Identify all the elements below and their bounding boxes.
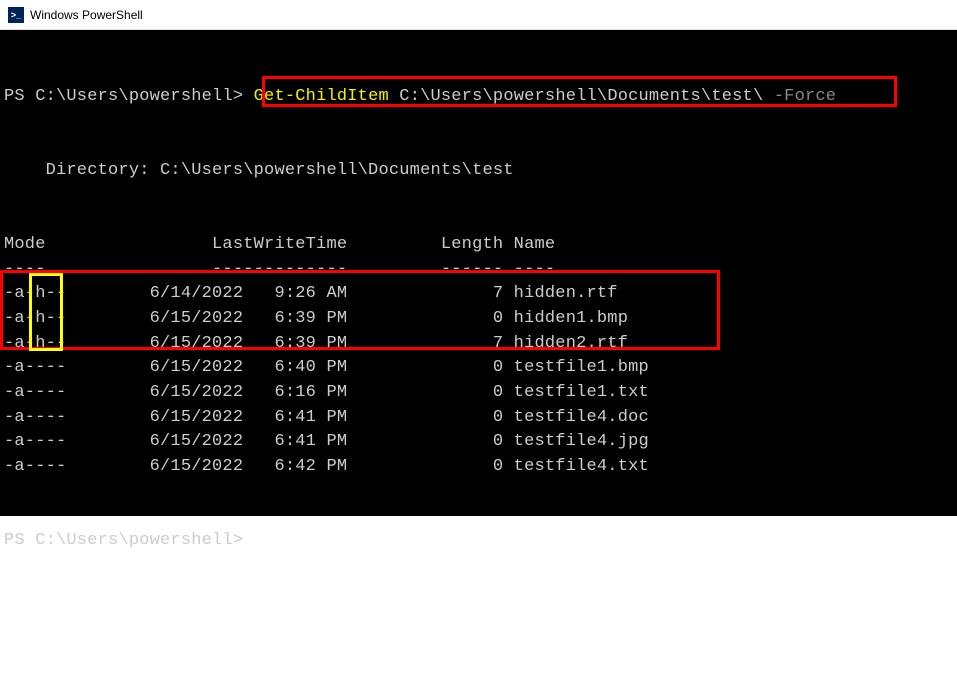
ps-prompt: PS C:\Users\powershell> bbox=[4, 87, 243, 106]
window-title: Windows PowerShell bbox=[30, 8, 143, 22]
table-row: -a---- 6/15/2022 6:42 PM 0 testfile4.txt bbox=[4, 457, 649, 476]
table-row: -a-h-- 6/14/2022 9:26 AM 7 hidden.rtf bbox=[4, 284, 618, 303]
table-divider: ---- ------------- ------ ---- bbox=[4, 260, 555, 279]
table-header: Mode LastWriteTime Length Name bbox=[4, 235, 555, 254]
cmdlet-name: Get-ChildItem bbox=[254, 87, 389, 106]
cmd-flag: -Force bbox=[774, 87, 836, 106]
directory-line: Directory: C:\Users\powershell\Documents… bbox=[4, 161, 514, 180]
terminal-output: PS C:\Users\powershell> Get-ChildItem C:… bbox=[4, 61, 957, 554]
cmd-path-arg: C:\Users\powershell\Documents\test\ bbox=[399, 87, 763, 106]
terminal-area[interactable]: PS C:\Users\powershell> Get-ChildItem C:… bbox=[0, 30, 957, 516]
table-row: -a---- 6/15/2022 6:16 PM 0 testfile1.txt bbox=[4, 383, 649, 402]
powershell-icon: >_ bbox=[8, 7, 24, 23]
ps-prompt-2: PS C:\Users\powershell> bbox=[4, 531, 243, 550]
window-titlebar[interactable]: >_ Windows PowerShell bbox=[0, 0, 957, 30]
table-row: -a---- 6/15/2022 6:41 PM 0 testfile4.doc bbox=[4, 408, 649, 427]
prompt-line: PS C:\Users\powershell> Get-ChildItem C:… bbox=[4, 87, 836, 106]
table-row: -a-h-- 6/15/2022 6:39 PM 0 hidden1.bmp bbox=[4, 309, 628, 328]
table-row: -a---- 6/15/2022 6:40 PM 0 testfile1.bmp bbox=[4, 358, 649, 377]
table-row: -a-h-- 6/15/2022 6:39 PM 7 hidden2.rtf bbox=[4, 334, 628, 353]
table-row: -a---- 6/15/2022 6:41 PM 0 testfile4.jpg bbox=[4, 432, 649, 451]
